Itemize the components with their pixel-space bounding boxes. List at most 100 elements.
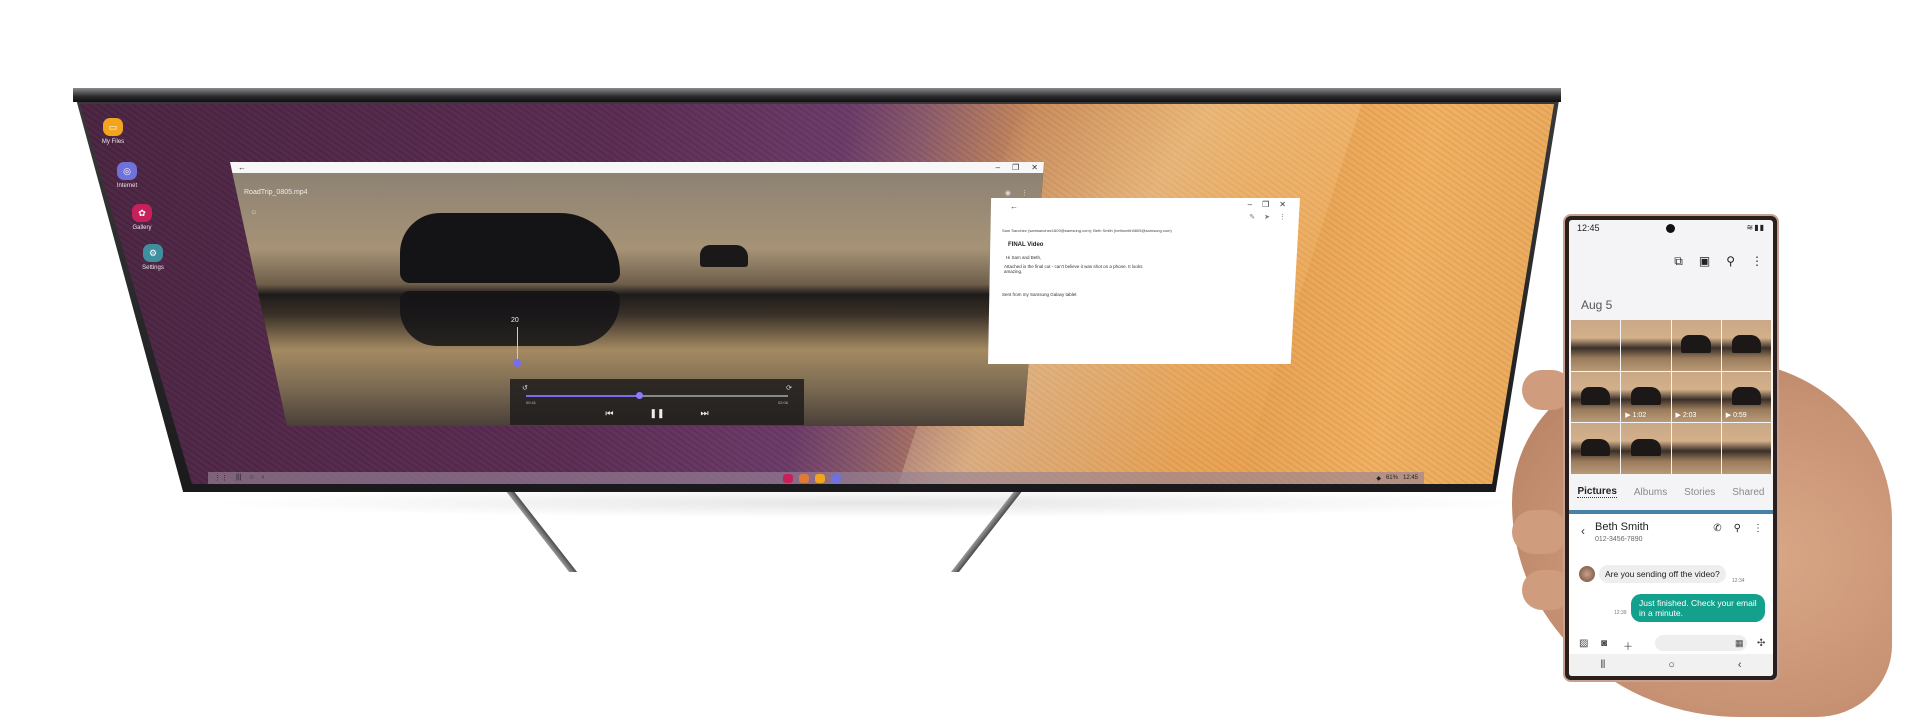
volume-slider[interactable] [517,327,518,363]
create-video-icon[interactable]: ▣ [1699,254,1710,269]
restore-icon[interactable]: ❐ [1262,200,1269,209]
contact-name: Beth Smith [1595,521,1649,533]
tab-shared[interactable]: Shared [1732,487,1764,498]
select-icon[interactable]: ⧉ [1674,254,1683,269]
image-icon[interactable]: ▨ [1579,638,1588,649]
gallery-video-thumbnail[interactable]: ▶ 0:59 [1721,371,1771,423]
desktop-icon-my-files[interactable]: ▭ My Files [90,118,136,145]
email-recipients[interactable]: Sam Sanchez (samsanchez1609@samsung.com)… [1002,228,1172,233]
gallery-grid: ▶ 1:02 ▶ 2:03 ▶ 0:59 [1571,320,1771,474]
volume-level: 20 [511,317,519,324]
pause-button[interactable]: ❚❚ [649,408,664,419]
current-time: 00:41 [526,400,537,405]
tab-albums[interactable]: Albums [1634,487,1667,498]
rewind-10-icon[interactable]: ↺ [522,384,528,392]
send-icon[interactable]: ➤ [1264,213,1270,221]
capture-icon[interactable]: ◉ [1005,189,1011,197]
messages-pane: ‹ Beth Smith 012-3456-7890 ✆ ⚲ ⋮ Are you… [1569,514,1773,676]
gallery-thumbnail[interactable] [1721,423,1771,474]
more-options-icon[interactable]: ⋮ [1021,189,1028,197]
back-icon[interactable]: ‹ [1581,524,1585,538]
email-signature: Sent from my Samsung Galaxy tablet [1002,292,1077,297]
outgoing-message: Just finished. Check your email in a min… [1631,594,1765,622]
notification-icon[interactable]: ◆ [1376,475,1381,482]
sticker-icon[interactable]: ▦ [1735,638,1744,649]
playback-controls: ↺ ⟳ 00:41 02:06 ⏮ ❚❚ ⏭ [510,379,804,425]
video-duration: ▶ 2:03 [1675,412,1697,420]
camera-icon[interactable]: ◙ [1601,638,1607,649]
close-icon[interactable]: ✕ [1031,163,1038,172]
gallery-thumbnail[interactable] [1621,423,1671,474]
home-icon[interactable]: ○ [1668,659,1675,671]
window-titlebar[interactable]: ← – ❐ ✕ [230,162,1044,173]
more-options-icon[interactable]: ⋮ [1753,523,1763,534]
phone-screen: 12:45 ≋▮▮ ⧉ ▣ ⚲ ⋮ Aug 5 ▶ 1:02 ▶ 2:03 ▶ … [1569,220,1773,676]
brightness-icon[interactable]: ☼ [250,207,257,216]
status-time: 12:45 [1577,223,1600,233]
minimize-icon[interactable]: – [996,163,1000,172]
rotate-screen-icon[interactable]: ⟳ [786,384,792,392]
taskbar-app-calendar[interactable] [799,473,809,483]
gallery-thumbnail[interactable] [1671,320,1721,371]
gallery-thumbnail[interactable] [1571,423,1621,474]
video-frame[interactable]: RoadTrip_0805.mp4 ◉ ⋮ ☼ 20 ↺ ⟳ 00:41 02:… [230,173,1044,426]
finger [1512,510,1568,554]
back-arrow-icon[interactable]: ← [1010,202,1018,211]
taskbar: ⋮⋮ ||| ○ ‹ ◆ 61% 12:45 [208,472,1424,484]
minimize-icon[interactable]: – [1248,200,1252,209]
navigation-bar: ⦀ ○ ‹ [1569,654,1773,676]
car-silhouette [400,213,620,283]
gallery-thumbnail[interactable] [1721,320,1771,371]
gallery-video-thumbnail[interactable]: ▶ 2:03 [1671,371,1721,423]
tab-stories[interactable]: Stories [1684,487,1715,498]
gallery-thumbnail[interactable] [1571,371,1621,423]
video-player-window[interactable]: ← – ❐ ✕ RoadTrip_0805.mp4 ◉ ⋮ ☼ 20 ↺ ⟳ 0… [230,162,1044,426]
more-options-icon[interactable]: ⋮ [1751,254,1763,269]
phone: 12:45 ≋▮▮ ⧉ ▣ ⚲ ⋮ Aug 5 ▶ 1:02 ▶ 2:03 ▶ … [1563,214,1779,682]
desktop-icon-internet[interactable]: ◎ Internet [104,162,150,189]
call-icon[interactable]: ✆ [1713,523,1721,534]
desktop-icon-gallery[interactable]: ✿ Gallery [119,204,165,231]
status-bar: 12:45 ≋▮▮ [1569,220,1773,236]
search-icon[interactable]: ⚲ [1726,254,1735,269]
gallery-thumbnail[interactable] [1671,423,1721,474]
folder-icon: ▭ [103,118,123,136]
volume-slider-handle[interactable] [513,359,521,367]
back-icon[interactable]: ‹ [1738,659,1742,671]
seek-bar-handle[interactable] [635,392,643,399]
message-input[interactable] [1655,635,1747,651]
restore-icon[interactable]: ❐ [1012,163,1019,172]
gallery-video-thumbnail[interactable]: ▶ 1:02 [1621,371,1671,423]
email-subject[interactable]: FINAL Video [1008,242,1043,248]
email-window[interactable]: ← – ❐ ✕ ✎ ➤ ⋮ Sam Sanchez (samsanchez160… [988,198,1300,364]
globe-icon: ◎ [117,162,137,180]
taskbar-app-gallery[interactable] [783,473,793,483]
next-button[interactable]: ⏭ [701,408,709,419]
home-icon[interactable]: ○ [249,474,253,482]
desktop-icon-settings[interactable]: ⚙ Settings [130,244,176,271]
back-icon[interactable]: ‹ [262,474,264,482]
attach-icon[interactable]: ✎ [1249,213,1255,221]
voice-icon[interactable]: ✣ [1757,638,1765,649]
close-icon[interactable]: ✕ [1279,200,1286,209]
previous-button[interactable]: ⏮ [605,408,613,419]
apps-icon[interactable]: ⋮⋮ [214,474,228,482]
total-time: 02:06 [777,400,788,405]
email-body[interactable]: Attached is the final cut - can't believ… [1004,264,1154,274]
gallery-thumbnail[interactable] [1621,320,1671,371]
more-options-icon[interactable]: ⋮ [1279,213,1286,221]
taskbar-app-internet[interactable] [831,473,841,483]
avatar[interactable] [1579,566,1595,582]
message-time: 12:34 [1732,578,1745,584]
video-filename: RoadTrip_0805.mp4 [244,189,308,196]
back-arrow-icon[interactable]: ← [238,163,246,172]
taskbar-app-my-files[interactable] [815,473,825,483]
seek-bar[interactable] [526,392,788,399]
tab-pictures[interactable]: Pictures [1577,486,1617,498]
search-icon[interactable]: ⚲ [1734,523,1741,534]
gear-icon: ⚙ [143,244,163,262]
plus-icon[interactable]: ＋ [1623,638,1633,653]
recents-icon[interactable]: ||| [236,474,241,482]
recents-icon[interactable]: ⦀ [1600,659,1605,672]
gallery-thumbnail[interactable] [1571,320,1621,371]
